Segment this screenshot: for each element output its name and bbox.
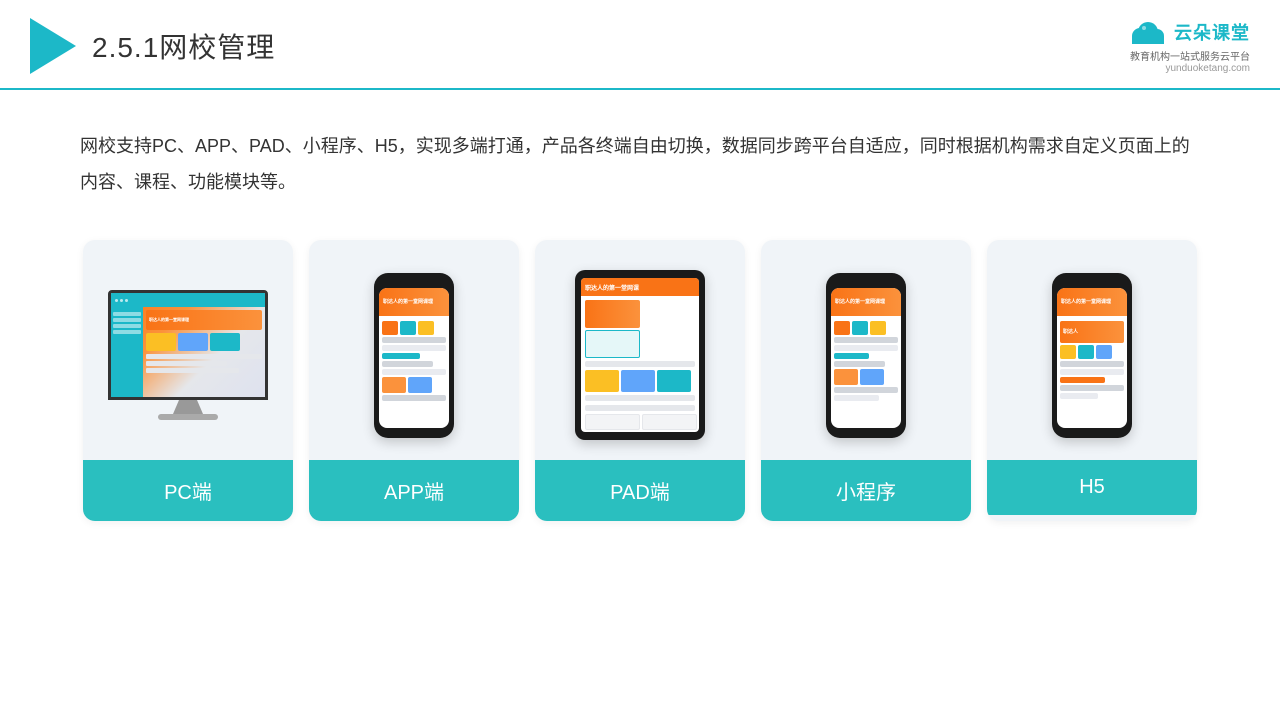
card-pad: 职达人的第一堂网课: [535, 240, 745, 521]
cloud-icon: [1124, 18, 1168, 46]
play-icon: [30, 18, 76, 74]
header-left: 2.5.1网校管理: [30, 18, 275, 74]
card-h5-image: 职达人的第一堂网课理 职达人: [987, 240, 1197, 460]
header: 2.5.1网校管理 云朵课堂 教育机构一站式服务云平台 yunduoketang…: [0, 0, 1280, 90]
logo-tagline: 教育机构一站式服务云平台: [1130, 48, 1250, 63]
logo-url: yunduoketang.com: [1165, 63, 1250, 74]
card-h5-label: H5: [987, 460, 1197, 515]
cloud-logo-group: 云朵课堂: [1124, 18, 1250, 46]
pc-screen: 职达人的第一堂网课理: [108, 290, 268, 400]
phone-h5-mockup: 职达人的第一堂网课理 职达人: [1052, 273, 1132, 438]
card-miniapp-label: 小程序: [761, 460, 971, 521]
phone-miniapp-mockup: 职达人的第一堂网课理: [826, 273, 906, 438]
card-pc-image: 职达人的第一堂网课理: [83, 240, 293, 460]
card-miniapp: 职达人的第一堂网课理: [761, 240, 971, 521]
logo-text: 云朵课堂: [1174, 19, 1250, 45]
card-app-label: APP端: [309, 460, 519, 521]
page-title: 2.5.1网校管理: [92, 26, 275, 66]
card-pc-label: PC端: [83, 460, 293, 521]
card-pad-label: PAD端: [535, 460, 745, 521]
pc-mockup: 职达人的第一堂网课理: [108, 290, 268, 420]
card-h5: 职达人的第一堂网课理 职达人: [987, 240, 1197, 521]
card-miniapp-image: 职达人的第一堂网课理: [761, 240, 971, 460]
phone-app-mockup: 职达人的第一堂网课理: [374, 273, 454, 438]
tablet-mockup: 职达人的第一堂网课: [575, 270, 705, 440]
card-pad-image: 职达人的第一堂网课: [535, 240, 745, 460]
description-text: 网校支持PC、APP、PAD、小程序、H5，实现多端打通，产品各终端自由切换，数…: [0, 90, 1280, 220]
card-app-image: 职达人的第一堂网课理: [309, 240, 519, 460]
brand-logo: 云朵课堂 教育机构一站式服务云平台 yunduoketang.com: [1124, 18, 1250, 74]
card-pc: 职达人的第一堂网课理: [83, 240, 293, 521]
device-cards: 职达人的第一堂网课理: [0, 220, 1280, 551]
card-app: 职达人的第一堂网课理: [309, 240, 519, 521]
